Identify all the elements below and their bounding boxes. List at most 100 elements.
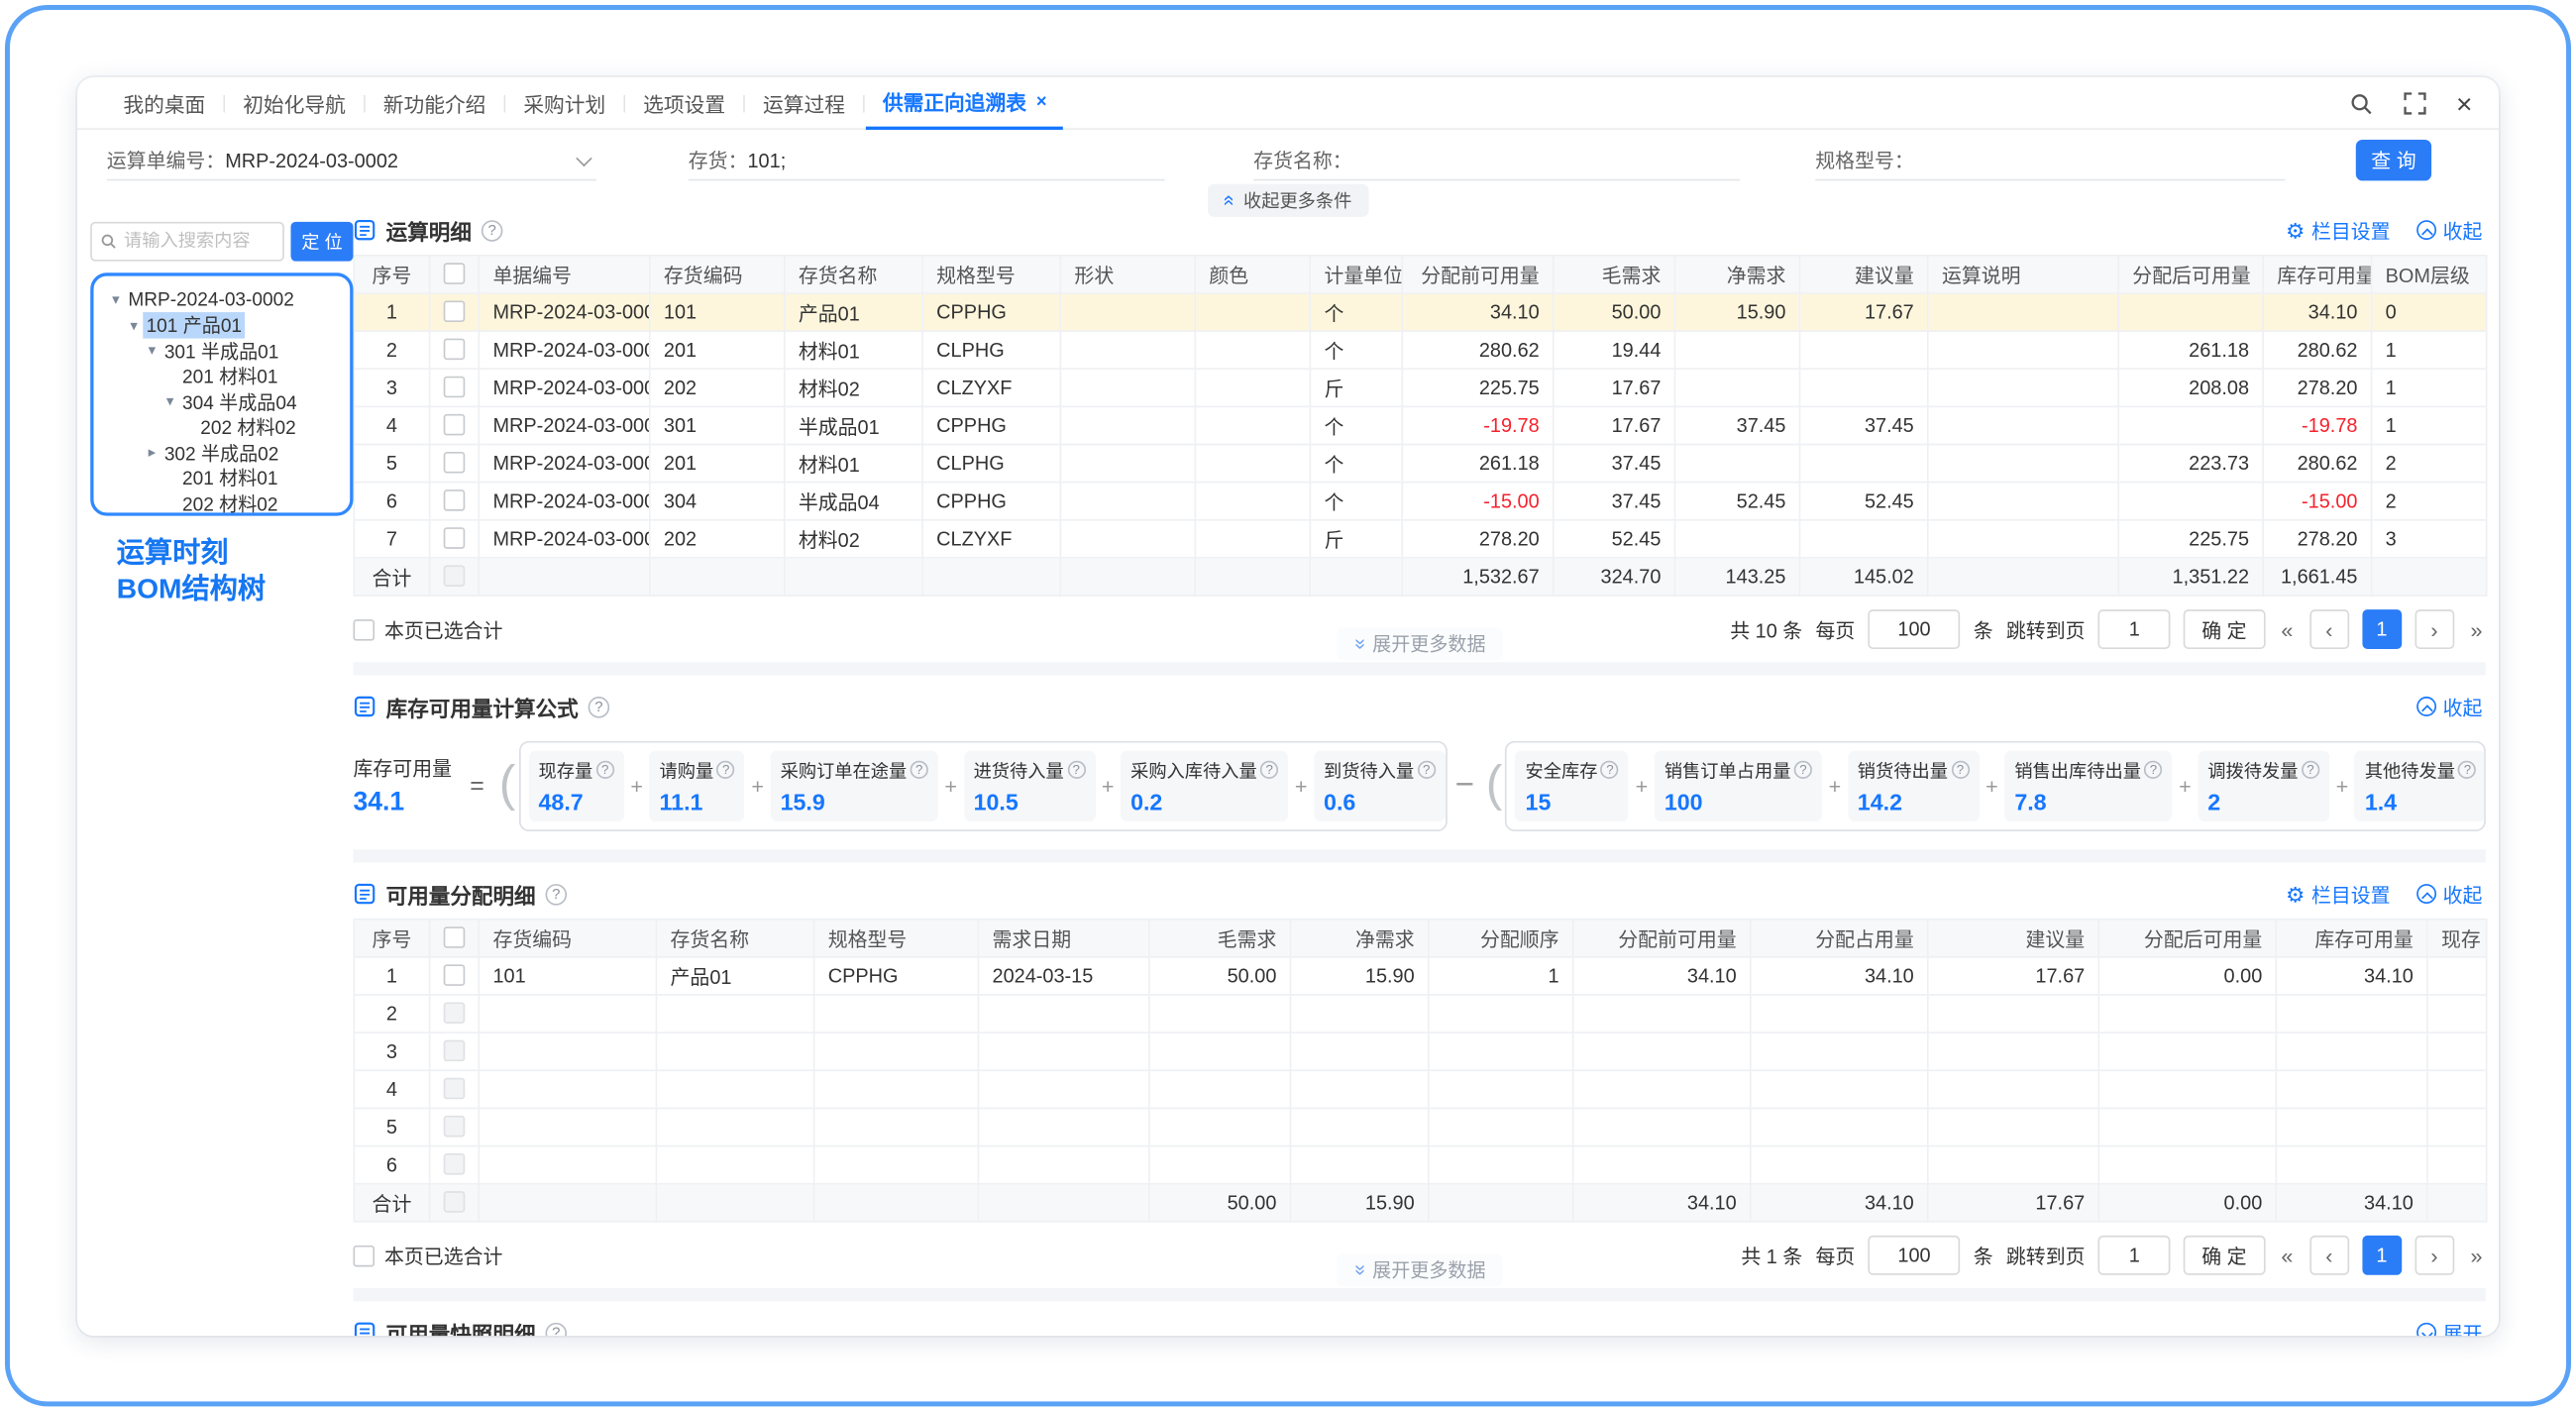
caret-down-icon[interactable]: ▾: [143, 342, 161, 360]
table-cell: 斤: [1309, 368, 1404, 408]
column-settings-button[interactable]: ⚙ 栏目设置: [2286, 216, 2391, 244]
info-icon[interactable]: ?: [1067, 760, 1086, 779]
prev-page-button[interactable]: ‹: [2308, 609, 2349, 649]
row-checkbox[interactable]: [443, 413, 466, 436]
row-checkbox[interactable]: [443, 926, 466, 948]
caret-right-icon[interactable]: ▸: [143, 444, 161, 462]
collapse-section-button[interactable]: 收起: [2416, 693, 2482, 720]
page-selected-sum[interactable]: 本页已选合计: [353, 1242, 502, 1269]
table-cell: [2426, 1182, 2488, 1223]
plus-sign: +: [1294, 773, 1308, 799]
tree-node[interactable]: ▾ 101 产品01: [100, 312, 343, 339]
locate-button[interactable]: 定 位: [290, 221, 354, 262]
tab-4[interactable]: 采购计划: [507, 77, 622, 129]
query-button[interactable]: 查 询: [2355, 139, 2432, 181]
table-cell: [1927, 518, 2120, 559]
row-checkbox[interactable]: [443, 565, 466, 587]
tab-5[interactable]: 选项设置: [627, 77, 742, 129]
info-icon[interactable]: ?: [2301, 760, 2320, 779]
jump-page-input[interactable]: 1: [2097, 1235, 2171, 1275]
tree-search-input[interactable]: [90, 221, 284, 262]
per-page-input[interactable]: 100: [1868, 1235, 1961, 1275]
row-checkbox[interactable]: [443, 1191, 466, 1213]
tree-node[interactable]: ▾ 304 半成品04: [100, 389, 343, 415]
row-checkbox[interactable]: [443, 527, 466, 549]
info-icon[interactable]: ?: [545, 1321, 568, 1337]
table-cell: 斤: [1309, 518, 1404, 559]
last-page-button[interactable]: »: [2467, 1243, 2486, 1267]
current-page-button[interactable]: 1: [2362, 609, 2402, 649]
close-tab-icon[interactable]: ×: [1036, 91, 1047, 111]
row-checkbox[interactable]: [443, 964, 466, 986]
page-selected-sum-checkbox[interactable]: [353, 1245, 376, 1266]
row-checkbox[interactable]: [443, 1153, 466, 1175]
jump-page-input[interactable]: 1: [2097, 609, 2171, 649]
tab-6[interactable]: 运算过程: [746, 77, 861, 129]
close-icon[interactable]: ×: [2456, 89, 2472, 117]
info-icon[interactable]: ?: [545, 883, 568, 905]
info-icon[interactable]: ?: [2458, 760, 2477, 779]
tree-node[interactable]: 202 材料02: [100, 491, 343, 512]
tree-node[interactable]: 201 材料01: [100, 364, 343, 389]
caret-down-icon[interactable]: ▾: [161, 393, 178, 411]
expand-section-button[interactable]: 展开: [2416, 1319, 2482, 1337]
row-checkbox[interactable]: [443, 451, 466, 474]
tab-1[interactable]: 我的桌面: [107, 77, 222, 129]
column-settings-button[interactable]: ⚙ 栏目设置: [2286, 880, 2391, 908]
per-page-input[interactable]: 100: [1868, 609, 1961, 649]
caret-down-icon[interactable]: ▾: [125, 317, 143, 335]
spec-input[interactable]: 规格型号：: [1815, 142, 2286, 181]
info-icon[interactable]: ?: [1600, 760, 1620, 779]
info-icon[interactable]: ?: [1417, 760, 1436, 779]
row-checkbox[interactable]: [443, 376, 466, 398]
confirm-button[interactable]: 确 定: [2184, 1235, 2265, 1275]
info-icon[interactable]: ?: [2144, 760, 2163, 779]
next-page-button[interactable]: ›: [2415, 1235, 2454, 1275]
info-icon[interactable]: ?: [716, 760, 735, 779]
stock-input[interactable]: 存货： 101;: [688, 142, 1165, 181]
expand-more-data-button[interactable]: « 展开更多数据: [1337, 1253, 1503, 1287]
search-icon[interactable]: [2349, 91, 2374, 116]
tab-7[interactable]: 供需正向追溯表 ×: [866, 77, 1064, 130]
tree-node[interactable]: 201 材料01: [100, 466, 343, 491]
first-page-button[interactable]: «: [2278, 617, 2297, 642]
tab-2[interactable]: 初始化导航: [227, 77, 363, 129]
last-page-button[interactable]: »: [2467, 617, 2486, 642]
page-selected-sum[interactable]: 本页已选合计: [353, 615, 502, 643]
next-page-button[interactable]: ›: [2415, 609, 2454, 649]
info-icon[interactable]: ?: [588, 696, 610, 717]
expand-more-data-button[interactable]: « 展开更多数据: [1337, 627, 1503, 661]
collapse-section-button[interactable]: 收起: [2416, 880, 2482, 908]
info-icon[interactable]: ?: [910, 760, 928, 779]
row-checkbox[interactable]: [443, 1002, 466, 1025]
page-selected-sum-checkbox[interactable]: [353, 618, 376, 640]
collapse-section-button[interactable]: 收起: [2416, 216, 2482, 244]
calc-no-dropdown[interactable]: 运算单编号： MRP-2024-03-0002: [106, 142, 596, 181]
info-icon[interactable]: ?: [1951, 760, 1970, 779]
row-checkbox[interactable]: [443, 263, 466, 284]
info-icon[interactable]: ?: [595, 760, 614, 779]
row-checkbox[interactable]: [443, 1115, 466, 1138]
tree-search-field[interactable]: [123, 231, 274, 252]
row-checkbox[interactable]: [443, 489, 466, 511]
row-checkbox[interactable]: [443, 1039, 466, 1062]
prev-page-button[interactable]: ‹: [2308, 1235, 2349, 1275]
info-icon[interactable]: ?: [1793, 760, 1813, 779]
tree-node[interactable]: ▾ MRP-2024-03-0002: [100, 287, 343, 313]
first-page-button[interactable]: «: [2278, 1243, 2297, 1267]
tab-3[interactable]: 新功能介绍: [367, 77, 502, 129]
info-icon[interactable]: ?: [1260, 760, 1279, 779]
row-checkbox[interactable]: [443, 338, 466, 361]
current-page-button[interactable]: 1: [2362, 1235, 2402, 1275]
row-checkbox[interactable]: [443, 1077, 466, 1100]
tree-node[interactable]: ▾ 301 半成品01: [100, 339, 343, 365]
tree-node[interactable]: ▸ 302 半成品02: [100, 440, 343, 466]
stock-name-input[interactable]: 存货名称：: [1253, 142, 1740, 181]
fullscreen-icon[interactable]: [2404, 92, 2426, 115]
info-icon[interactable]: ?: [481, 219, 503, 241]
confirm-button[interactable]: 确 定: [2184, 609, 2265, 649]
caret-down-icon[interactable]: ▾: [107, 291, 125, 309]
row-checkbox[interactable]: [443, 300, 466, 322]
tree-node[interactable]: 202 材料02: [100, 415, 343, 441]
collapse-more-conditions-button[interactable]: « 收起更多条件: [1208, 183, 1368, 217]
